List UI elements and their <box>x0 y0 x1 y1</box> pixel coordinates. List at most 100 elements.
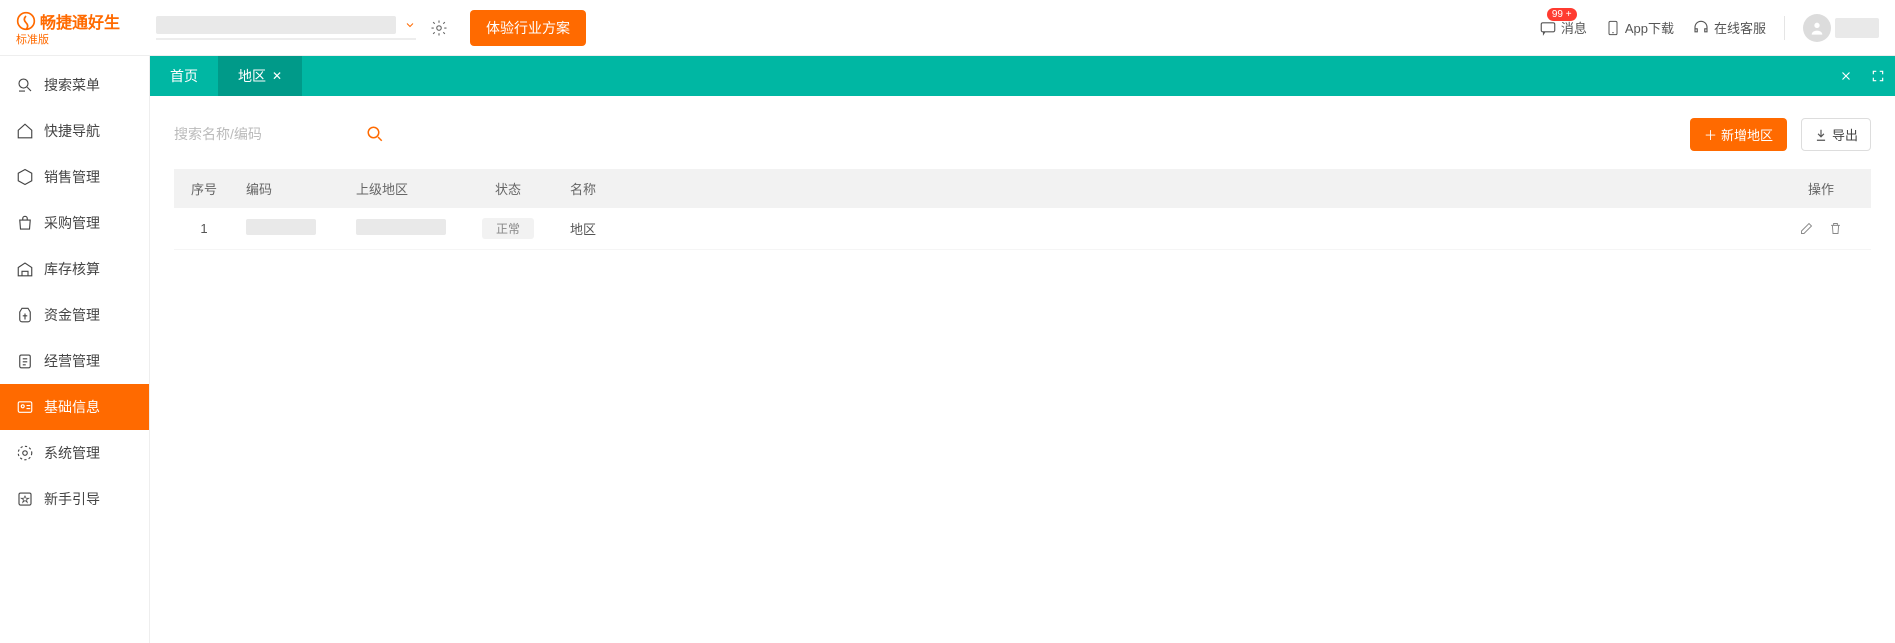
divider <box>1784 16 1785 40</box>
online-service-label: 在线客服 <box>1714 18 1766 37</box>
search-menu-icon <box>16 76 34 94</box>
phone-icon <box>1605 19 1621 37</box>
edit-row-button[interactable] <box>1799 221 1814 236</box>
edition-label: 标准版 <box>16 31 49 47</box>
sidebar-item-sales[interactable]: 销售管理 <box>0 154 149 200</box>
edit-icon <box>1799 221 1814 236</box>
col-header-code: 编码 <box>234 169 344 208</box>
sidebar-item-quick-nav[interactable]: 快捷导航 <box>0 108 149 154</box>
message-icon <box>1539 19 1557 37</box>
tab-region[interactable]: 地区 ✕ <box>218 56 302 96</box>
warehouse-icon <box>16 260 34 278</box>
user-menu[interactable] <box>1803 14 1879 42</box>
sidebar-item-inventory[interactable]: 库存核算 <box>0 246 149 292</box>
search-input[interactable] <box>174 126 366 142</box>
col-header-action: 操作 <box>1771 169 1871 208</box>
cell-parent <box>344 208 458 250</box>
sidebar-item-label: 搜索菜单 <box>44 75 100 95</box>
add-region-label: 新增地区 <box>1721 125 1773 144</box>
close-all-tabs-button[interactable] <box>1839 69 1853 83</box>
brand-name: 畅捷通好生 <box>40 9 120 33</box>
search-wrap <box>174 125 384 144</box>
chevron-down-icon <box>404 19 416 31</box>
col-header-num: 序号 <box>174 169 234 208</box>
sidebar-item-basic-info[interactable]: 基础信息 <box>0 384 149 430</box>
cell-num: 1 <box>174 208 234 250</box>
sidebar-item-operations[interactable]: 经营管理 <box>0 338 149 384</box>
info-card-icon <box>16 398 34 416</box>
toolbar-right: ＋ 新增地区 导出 <box>1690 118 1871 151</box>
sidebar-item-label: 资金管理 <box>44 305 100 325</box>
logo: 畅捷通好生 标准版 <box>16 9 136 47</box>
header-right: 99 + 消息 App下载 在线客服 <box>1539 14 1879 42</box>
company-selector[interactable] <box>156 16 416 40</box>
plus-icon: ＋ <box>1704 125 1717 144</box>
col-header-parent: 上级地区 <box>344 169 458 208</box>
table: 序号 编码 上级地区 状态 名称 操作 1 正常 地区 <box>150 169 1895 250</box>
sidebar-item-label: 采购管理 <box>44 213 100 233</box>
add-region-button[interactable]: ＋ 新增地区 <box>1690 118 1787 151</box>
close-icon[interactable]: ✕ <box>272 69 282 83</box>
brand-logo-icon <box>16 11 36 31</box>
export-button[interactable]: 导出 <box>1801 118 1871 151</box>
tab-label: 地区 <box>238 66 266 86</box>
header: 畅捷通好生 标准版 体验行业方案 99 + 消息 App下载 在线客服 <box>0 0 1895 56</box>
cell-name: 地区 <box>558 208 1771 250</box>
tab-label: 首页 <box>170 66 198 86</box>
search-button[interactable] <box>366 125 384 143</box>
messages-button[interactable]: 99 + 消息 <box>1539 18 1587 37</box>
sidebar-item-label: 经营管理 <box>44 351 100 371</box>
sidebar: 搜索菜单 快捷导航 销售管理 采购管理 库存核算 资金管理 经营管理 基础信息 <box>0 56 150 643</box>
search-icon <box>366 125 384 143</box>
col-header-status: 状态 <box>458 169 558 208</box>
money-icon <box>16 306 34 324</box>
system-icon <box>16 444 34 462</box>
clipboard-icon <box>16 352 34 370</box>
tab-home[interactable]: 首页 <box>150 56 218 96</box>
sidebar-item-label: 库存核算 <box>44 259 100 279</box>
sidebar-item-search-menu[interactable]: 搜索菜单 <box>0 62 149 108</box>
settings-button[interactable] <box>430 19 448 37</box>
fullscreen-button[interactable] <box>1871 69 1885 83</box>
sidebar-item-newbie[interactable]: 新手引导 <box>0 476 149 522</box>
sidebar-item-label: 系统管理 <box>44 443 100 463</box>
experience-button[interactable]: 体验行业方案 <box>470 10 586 46</box>
app-download-button[interactable]: App下载 <box>1605 18 1674 37</box>
sidebar-item-funds[interactable]: 资金管理 <box>0 292 149 338</box>
trash-icon <box>1828 221 1843 236</box>
close-icon <box>1839 69 1853 83</box>
bag-icon <box>16 214 34 232</box>
app-download-label: App下载 <box>1625 18 1674 37</box>
sidebar-item-system[interactable]: 系统管理 <box>0 430 149 476</box>
sidebar-item-purchase[interactable]: 采购管理 <box>0 200 149 246</box>
table-row[interactable]: 1 正常 地区 <box>174 208 1871 250</box>
tabbar-actions <box>1839 56 1895 96</box>
tabbar: 首页 地区 ✕ <box>150 56 1895 96</box>
delete-row-button[interactable] <box>1828 221 1843 236</box>
toolbar: ＋ 新增地区 导出 <box>150 96 1895 169</box>
sidebar-item-label: 快捷导航 <box>44 121 100 141</box>
expand-icon <box>1871 69 1885 83</box>
sidebar-item-label: 新手引导 <box>44 489 100 509</box>
user-name-placeholder <box>1835 18 1879 38</box>
star-icon <box>16 490 34 508</box>
table-header: 序号 编码 上级地区 状态 名称 操作 <box>174 169 1871 208</box>
headset-icon <box>1692 19 1710 37</box>
avatar-icon <box>1803 14 1831 42</box>
sidebar-item-label: 销售管理 <box>44 167 100 187</box>
content: 首页 地区 ✕ <box>150 56 1895 643</box>
cell-code <box>234 208 344 250</box>
export-icon <box>1814 128 1828 142</box>
sidebar-item-label: 基础信息 <box>44 397 100 417</box>
col-header-name: 名称 <box>558 169 1771 208</box>
cell-status: 正常 <box>458 208 558 250</box>
main: 搜索菜单 快捷导航 销售管理 采购管理 库存核算 资金管理 经营管理 基础信息 <box>0 56 1895 643</box>
online-service-button[interactable]: 在线客服 <box>1692 18 1766 37</box>
home-icon <box>16 122 34 140</box>
cell-action <box>1771 208 1871 250</box>
status-badge: 正常 <box>482 218 534 239</box>
company-name <box>156 16 396 34</box>
gear-icon <box>430 19 448 37</box>
message-badge: 99 + <box>1547 8 1577 21</box>
export-label: 导出 <box>1832 125 1858 144</box>
